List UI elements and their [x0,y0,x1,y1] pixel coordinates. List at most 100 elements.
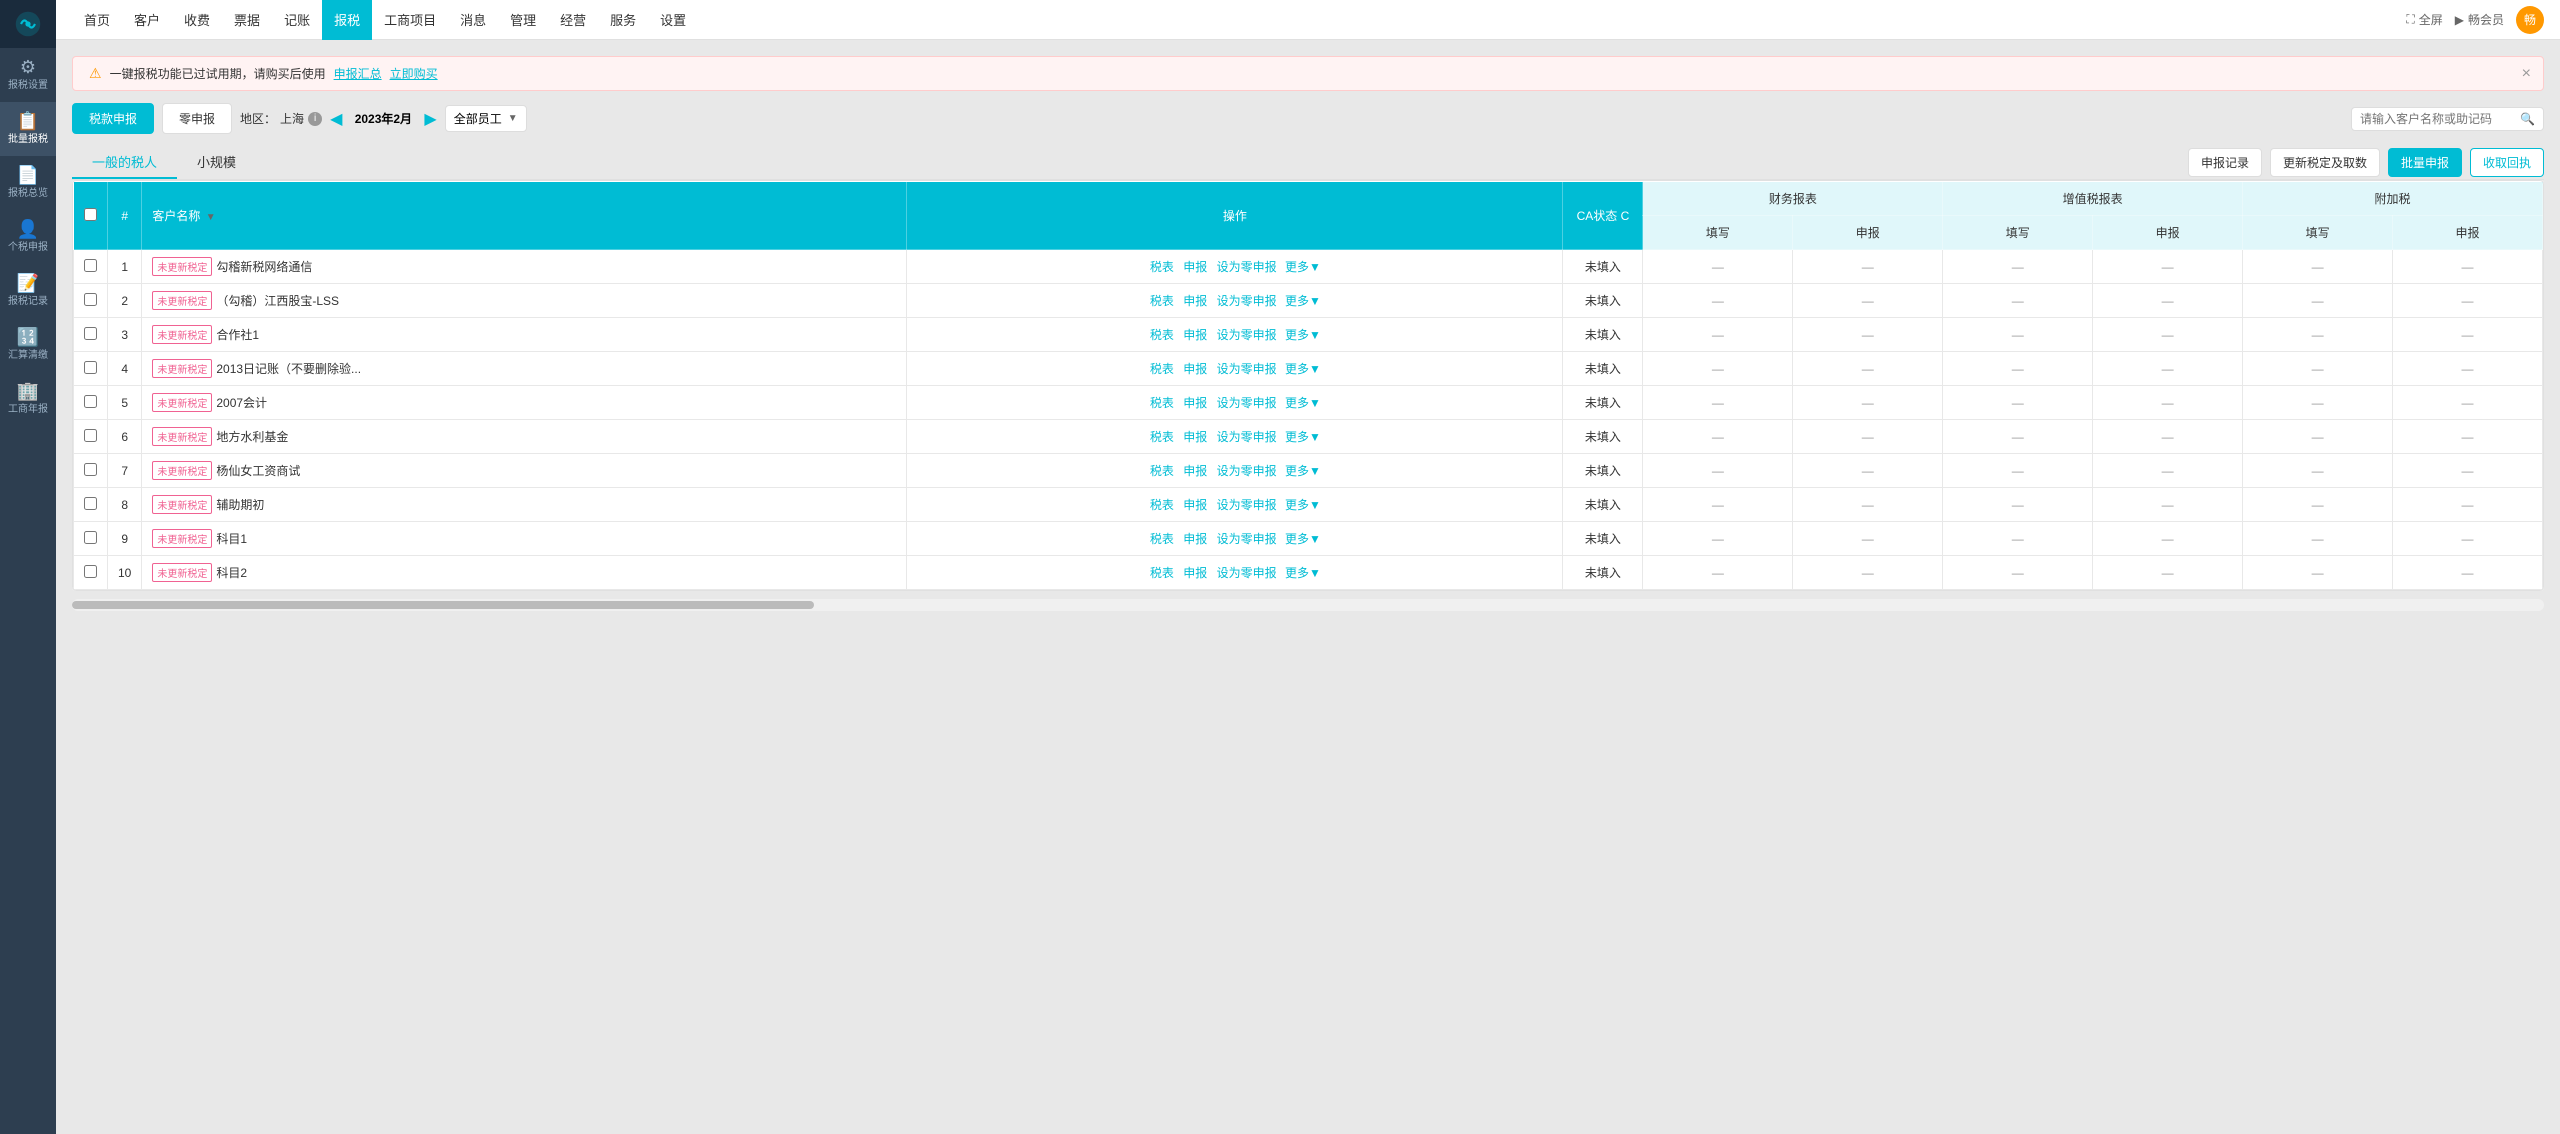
banner-link1[interactable]: 申报汇总 [334,65,382,82]
nav-invoice[interactable]: 票据 [222,0,272,40]
date-prev-arrow[interactable]: ◀ [330,109,342,129]
nav-tax[interactable]: 报税 [322,0,372,40]
subtab-small[interactable]: 小规模 [177,146,256,179]
sidebar-item-personal-tax-label: 个税申报 [8,242,48,254]
sidebar-item-annual-settle[interactable]: 🔢 汇算清缴 [0,318,56,372]
nav-billing[interactable]: 收费 [172,0,222,40]
op-zero-declare[interactable]: 设为零申报 [1217,430,1277,444]
op-more[interactable]: 更多▼ [1285,328,1321,342]
nav-customer[interactable]: 客户 [122,0,172,40]
op-more[interactable]: 更多▼ [1285,532,1321,546]
row-checkbox-2[interactable] [84,293,97,306]
nav-home[interactable]: 首页 [72,0,122,40]
sidebar-item-personal-tax[interactable]: 👤 个税申报 [0,210,56,264]
op-zero-declare[interactable]: 设为零申报 [1217,532,1277,546]
nav-manage[interactable]: 管理 [498,0,548,40]
op-declare[interactable]: 申报 [1183,362,1207,376]
op-declare[interactable]: 申报 [1183,396,1207,410]
fullscreen-button[interactable]: ⛶ 全屏 [2406,11,2442,28]
data-table-container: # 客户名称 ▼ 操作 CA状态 C 财务报表 [72,180,2544,591]
staff-select[interactable]: 全部员工 ▼ [445,105,527,132]
op-more[interactable]: 更多▼ [1285,464,1321,478]
op-more[interactable]: 更多▼ [1285,498,1321,512]
op-declare[interactable]: 申报 [1183,464,1207,478]
tab-zero-declare[interactable]: 零申报 [162,103,232,134]
nav-operation[interactable]: 经营 [548,0,598,40]
op-declare[interactable]: 申报 [1183,498,1207,512]
btn-fetch-receipt[interactable]: 收取回执 [2470,148,2544,177]
op-declare[interactable]: 申报 [1183,294,1207,308]
op-more[interactable]: 更多▼ [1285,294,1321,308]
op-zero-declare[interactable]: 设为零申报 [1217,294,1277,308]
sidebar-item-tax-overview[interactable]: 📄 报税总览 [0,156,56,210]
btn-batch-declare[interactable]: 批量申报 [2388,148,2462,177]
nav-bookkeeping[interactable]: 记账 [272,0,322,40]
banner-close[interactable]: × [2522,65,2531,83]
horizontal-scrollbar[interactable] [72,599,2544,611]
select-all-checkbox[interactable] [84,208,97,221]
op-zero-declare[interactable]: 设为零申报 [1217,396,1277,410]
name-sort-icon[interactable]: ▼ [206,212,216,223]
row-checkbox-7[interactable] [84,463,97,476]
op-more[interactable]: 更多▼ [1285,362,1321,376]
op-tax-table[interactable]: 税表 [1150,498,1174,512]
row-checkbox-1[interactable] [84,259,97,272]
op-tax-table[interactable]: 税表 [1150,396,1174,410]
nav-business[interactable]: 工商项目 [372,0,448,40]
op-tax-table[interactable]: 税表 [1150,294,1174,308]
tab-tax-declare[interactable]: 税款申报 [72,103,154,134]
op-zero-declare[interactable]: 设为零申报 [1217,362,1277,376]
op-zero-declare[interactable]: 设为零申报 [1217,260,1277,274]
row-no: 3 [108,318,142,352]
row-checkbox-5[interactable] [84,395,97,408]
row-checkbox-10[interactable] [84,565,97,578]
op-declare[interactable]: 申报 [1183,328,1207,342]
op-zero-declare[interactable]: 设为零申报 [1217,566,1277,580]
op-declare[interactable]: 申报 [1183,532,1207,546]
sidebar-item-tax-settings[interactable]: ⚙ 报税设置 [0,48,56,102]
btn-update-tax[interactable]: 更新税定及取数 [2270,148,2380,177]
nav-message[interactable]: 消息 [448,0,498,40]
scrollbar-thumb[interactable] [72,601,814,609]
row-checkbox-9[interactable] [84,531,97,544]
sidebar-item-tax-record[interactable]: 📝 报税记录 [0,264,56,318]
avatar[interactable]: 畅 [2516,6,2544,34]
date-next-arrow[interactable]: ▶ [424,109,436,129]
row-checkbox-6[interactable] [84,429,97,442]
op-zero-declare[interactable]: 设为零申报 [1217,328,1277,342]
op-zero-declare[interactable]: 设为零申报 [1217,498,1277,512]
subtab-general[interactable]: 一般的税人 [72,146,177,179]
th-vat-group: 增值税报表 [1943,182,2243,216]
op-tax-table[interactable]: 税表 [1150,532,1174,546]
search-input[interactable] [2360,112,2520,126]
row-no: 10 [108,556,142,590]
op-declare[interactable]: 申报 [1183,260,1207,274]
member-button[interactable]: ▶ 畅会员 [2455,11,2504,28]
row-checkbox-3[interactable] [84,327,97,340]
op-tax-table[interactable]: 税表 [1150,566,1174,580]
row-checkbox-4[interactable] [84,361,97,374]
op-tax-table[interactable]: 税表 [1150,430,1174,444]
btn-declare-record[interactable]: 申报记录 [2188,148,2262,177]
op-tax-table[interactable]: 税表 [1150,362,1174,376]
row-checkbox-8[interactable] [84,497,97,510]
search-icon[interactable]: 🔍 [2520,112,2535,126]
op-declare[interactable]: 申报 [1183,430,1207,444]
nav-settings[interactable]: 设置 [648,0,698,40]
banner-link2[interactable]: 立即购买 [390,65,438,82]
sidebar-item-business-annual[interactable]: 🏢 工商年报 [0,372,56,426]
op-tax-table[interactable]: 税表 [1150,464,1174,478]
region-info-icon[interactable]: i [308,112,322,126]
op-tax-table[interactable]: 税表 [1150,328,1174,342]
sidebar-item-batch-tax[interactable]: 📋 批量报税 [0,102,56,156]
op-more[interactable]: 更多▼ [1285,260,1321,274]
row-col-5: — [2393,284,2543,318]
op-more[interactable]: 更多▼ [1285,566,1321,580]
op-declare[interactable]: 申报 [1183,566,1207,580]
op-more[interactable]: 更多▼ [1285,430,1321,444]
op-zero-declare[interactable]: 设为零申报 [1217,464,1277,478]
row-ops: 税表 申报 设为零申报 更多▼ [907,522,1563,556]
op-tax-table[interactable]: 税表 [1150,260,1174,274]
nav-service[interactable]: 服务 [598,0,648,40]
op-more[interactable]: 更多▼ [1285,396,1321,410]
